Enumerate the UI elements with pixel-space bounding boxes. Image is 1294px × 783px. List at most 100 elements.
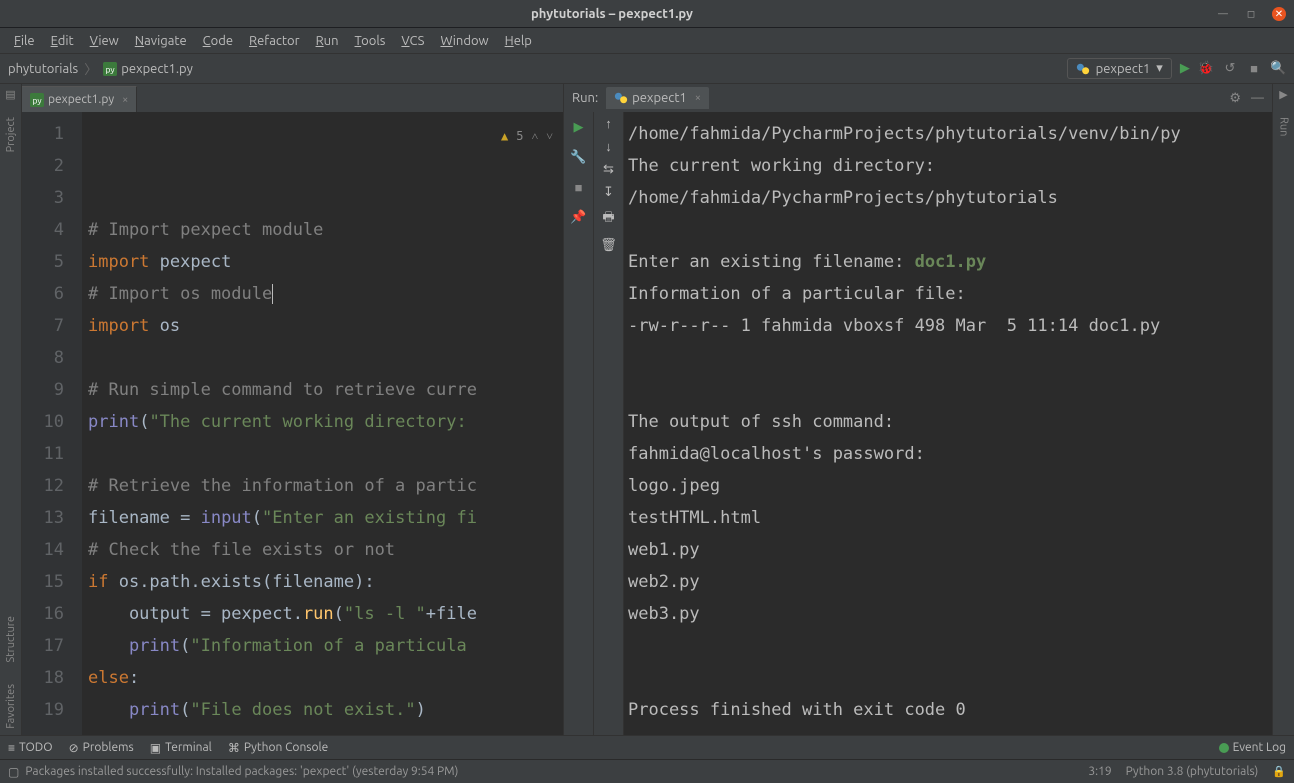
- run-tool-button[interactable]: Run: [1278, 111, 1290, 142]
- editor-tab[interactable]: py pexpect1.py ×: [22, 86, 137, 112]
- menu-refactor[interactable]: Refactor: [243, 32, 306, 50]
- run-toolbar-inner: ↑ ↓ ⇆ ↧ 🖶 🗑: [594, 112, 624, 735]
- code-line[interactable]: [88, 438, 563, 470]
- project-tool-icon[interactable]: ▤: [5, 88, 15, 101]
- run-tool-icon[interactable]: ▶: [1279, 88, 1287, 101]
- console-line: [628, 374, 1268, 406]
- lock-icon[interactable]: 🔒: [1272, 765, 1286, 778]
- run-tab[interactable]: pexpect1 ×: [606, 87, 709, 109]
- status-home-icon[interactable]: ▢: [8, 765, 19, 779]
- run-button[interactable]: ▶: [1180, 61, 1190, 76]
- code-line[interactable]: import pexpect: [88, 246, 563, 278]
- soft-wrap-icon[interactable]: ⇆: [603, 162, 614, 177]
- bottom-tool-bar: ≡TODO ⊘Problems ▣Terminal ⌘Python Consol…: [0, 735, 1294, 759]
- code-area[interactable]: ▲5 ˄ ˅ # Import pexpect moduleimport pex…: [82, 112, 563, 735]
- svg-text:py: py: [106, 64, 116, 74]
- code-line[interactable]: # Check the file exists or not: [88, 534, 563, 566]
- rerun-icon[interactable]: ▶: [574, 116, 584, 138]
- code-line[interactable]: # Import os module: [88, 278, 563, 310]
- console-line: [628, 214, 1268, 246]
- interpreter-label[interactable]: Python 3.8 (phytutorials): [1126, 765, 1259, 778]
- code-line[interactable]: print("The current working directory:: [88, 406, 563, 438]
- run-config-selector[interactable]: pexpect1 ▾: [1067, 58, 1172, 79]
- todo-tool-button[interactable]: ≡TODO: [8, 741, 53, 755]
- code-line[interactable]: filename = input("Enter an existing fi: [88, 502, 563, 534]
- python-console-tool-button[interactable]: ⌘Python Console: [228, 741, 329, 755]
- event-log-button[interactable]: Event Log: [1219, 741, 1286, 754]
- up-icon[interactable]: ↑: [605, 116, 612, 131]
- trash-icon[interactable]: 🗑: [600, 238, 617, 253]
- menu-file[interactable]: File: [8, 32, 41, 50]
- window-title: phytutorials – pexpect1.py: [8, 7, 1216, 21]
- problems-tool-button[interactable]: ⊘Problems: [69, 741, 134, 755]
- code-line[interactable]: # Run simple command to retrieve curre: [88, 374, 563, 406]
- code-line[interactable]: import os: [88, 310, 563, 342]
- search-icon[interactable]: 🔍: [1270, 61, 1286, 76]
- down-icon[interactable]: ↓: [605, 139, 612, 154]
- menu-vcs[interactable]: VCS: [395, 32, 430, 50]
- console-line: web3.py: [628, 598, 1268, 630]
- python-file-icon: py: [103, 62, 117, 76]
- minimize-panel-icon[interactable]: —: [1251, 91, 1264, 106]
- console-line: [628, 630, 1268, 662]
- code-line[interactable]: # Retrieve the information of a partic: [88, 470, 563, 502]
- stop-icon[interactable]: ■: [575, 176, 583, 198]
- console-output[interactable]: /home/fahmida/PycharmProjects/phytutoria…: [624, 112, 1272, 735]
- console-line: -rw-r--r-- 1 fahmida vboxsf 498 Mar 5 11…: [628, 310, 1268, 342]
- stop-icon[interactable]: ■: [1246, 61, 1262, 76]
- terminal-icon: ▣: [150, 741, 161, 755]
- run-toolbar-left: ▶ 🔧 ■ 📌: [564, 112, 594, 735]
- console-line: Information of a particular file:: [628, 278, 1268, 310]
- menu-window[interactable]: Window: [434, 32, 494, 50]
- code-line[interactable]: if os.path.exists(filename):: [88, 566, 563, 598]
- run-coverage-icon[interactable]: ↺: [1222, 61, 1238, 76]
- python-icon: [614, 91, 628, 105]
- warning-icon: ⊘: [69, 741, 79, 755]
- svg-text:py: py: [32, 95, 42, 105]
- chevron-down-icon[interactable]: ˅: [546, 120, 553, 152]
- structure-tool-button[interactable]: Structure: [5, 610, 17, 669]
- editor-tabs: py pexpect1.py ×: [22, 84, 563, 112]
- menu-navigate[interactable]: Navigate: [129, 32, 193, 50]
- settings-icon[interactable]: ⚙: [1229, 91, 1241, 106]
- menu-edit[interactable]: Edit: [45, 32, 80, 50]
- wrench-icon[interactable]: 🔧: [570, 146, 586, 168]
- right-tool-stripe: ▶ Run: [1272, 84, 1294, 735]
- favorites-tool-button[interactable]: Favorites: [5, 678, 17, 735]
- editor-body[interactable]: 12345678910111213141516171819 ▲5 ˄ ˅ # I…: [22, 112, 563, 735]
- console-line: [628, 342, 1268, 374]
- caret-position[interactable]: 3:19: [1088, 765, 1111, 778]
- menu-tools[interactable]: Tools: [349, 32, 392, 50]
- pin-icon[interactable]: 📌: [570, 206, 586, 228]
- code-line[interactable]: # Import pexpect module: [88, 214, 563, 246]
- close-icon[interactable]: ✕: [1272, 7, 1286, 21]
- run-header: Run: pexpect1 × ⚙ —: [564, 84, 1272, 112]
- console-line: fahmida@localhost's password:: [628, 438, 1268, 470]
- chevron-up-icon[interactable]: ˄: [531, 120, 538, 152]
- project-tool-button[interactable]: Project: [5, 111, 17, 158]
- inspection-badge[interactable]: ▲5 ˄ ˅: [501, 120, 553, 152]
- menu-code[interactable]: Code: [197, 32, 239, 50]
- breadcrumb-project[interactable]: phytutorials: [8, 62, 78, 76]
- menu-help[interactable]: Help: [499, 32, 538, 50]
- code-line[interactable]: output = pexpect.run("ls -l "+file: [88, 598, 563, 630]
- code-line[interactable]: print("Information of a particula: [88, 630, 563, 662]
- code-line[interactable]: [88, 726, 563, 735]
- code-line[interactable]: [88, 342, 563, 374]
- close-tab-icon[interactable]: ×: [122, 94, 128, 106]
- code-line[interactable]: else:: [88, 662, 563, 694]
- terminal-tool-button[interactable]: ▣Terminal: [150, 741, 212, 755]
- maximize-icon[interactable]: ◻: [1244, 7, 1258, 21]
- scroll-end-icon[interactable]: ↧: [603, 185, 614, 200]
- print-icon[interactable]: 🖶: [602, 208, 614, 230]
- breadcrumb-file[interactable]: py pexpect1.py: [103, 62, 193, 76]
- menu-run[interactable]: Run: [310, 32, 345, 50]
- close-tab-icon[interactable]: ×: [695, 92, 701, 104]
- console-line: The current working directory:: [628, 150, 1268, 182]
- code-line[interactable]: print("File does not exist."): [88, 694, 563, 726]
- debug-button[interactable]: 🐞: [1198, 61, 1214, 76]
- menu-view[interactable]: View: [84, 32, 125, 50]
- gutter: 12345678910111213141516171819: [22, 112, 82, 735]
- python-file-icon: py: [30, 93, 44, 107]
- minimize-icon[interactable]: —: [1216, 7, 1230, 21]
